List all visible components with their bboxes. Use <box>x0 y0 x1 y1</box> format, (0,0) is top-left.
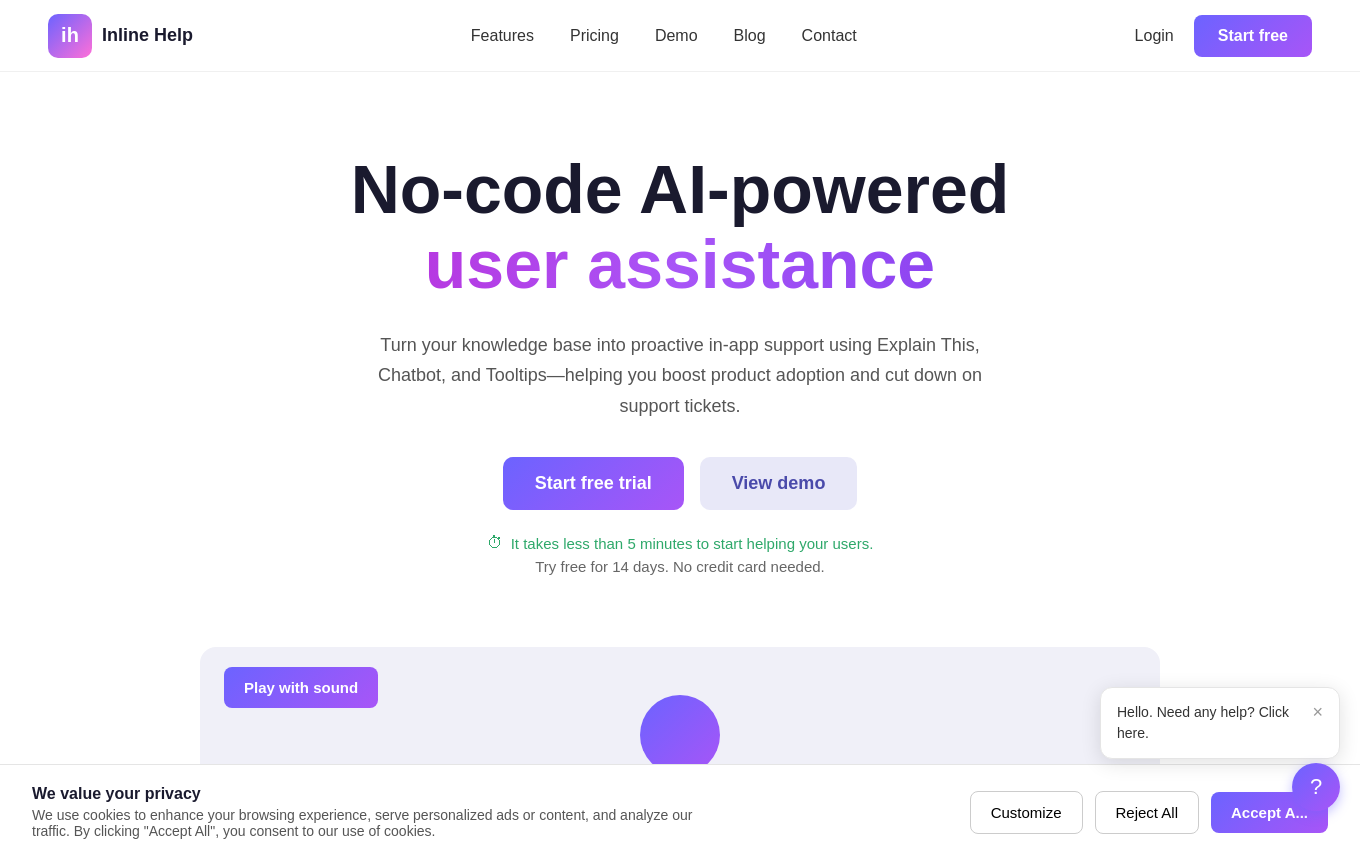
cookie-buttons: Customize Reject All Accept A... <box>970 791 1328 808</box>
start-trial-button[interactable]: Start free trial <box>503 457 684 510</box>
logo-icon: ih <box>48 14 92 58</box>
hero-trust-line2: Try free for 14 days. No credit card nee… <box>535 558 825 575</box>
clock-icon: ⏱ <box>487 534 503 552</box>
reject-all-button[interactable]: Reject All <box>1095 791 1200 808</box>
chat-widget: Hello. Need any help? Click here. × <box>1100 687 1340 759</box>
nav-pricing[interactable]: Pricing <box>570 27 619 44</box>
hero-section: No-code AI-powered user assistance Turn … <box>230 72 1130 623</box>
hero-buttons: Start free trial View demo <box>254 457 1106 510</box>
hero-title-line2: user assistance <box>254 227 1106 302</box>
view-demo-button[interactable]: View demo <box>700 457 858 510</box>
hero-trust-line1: ⏱ It takes less than 5 minutes to start … <box>487 534 874 552</box>
nav-blog[interactable]: Blog <box>734 27 766 44</box>
nav-features[interactable]: Features <box>471 27 534 44</box>
chat-icon: ? <box>1310 774 1322 800</box>
brand-name: Inline Help <box>102 25 193 46</box>
cookie-content: We value your privacy We use cookies to … <box>32 785 954 807</box>
hero-subtitle: Turn your knowledge base into proactive … <box>360 330 1000 422</box>
nav-links: Features Pricing Demo Blog Contact <box>471 27 857 45</box>
play-with-sound-button[interactable]: Play with sound <box>224 667 378 708</box>
nav-start-free-button[interactable]: Start free <box>1194 15 1312 57</box>
cookie-banner: We value your privacy We use cookies to … <box>0 764 1360 807</box>
cookie-title: We value your privacy <box>32 785 954 803</box>
navbar: ih Inline Help Features Pricing Demo Blo… <box>0 0 1360 72</box>
chat-circle-button[interactable]: ? <box>1292 763 1340 807</box>
login-button[interactable]: Login <box>1135 27 1174 45</box>
nav-demo[interactable]: Demo <box>655 27 698 44</box>
logo[interactable]: ih Inline Help <box>48 14 193 58</box>
hero-trust: ⏱ It takes less than 5 minutes to start … <box>254 534 1106 575</box>
chat-message: Hello. Need any help? Click here. <box>1117 702 1304 744</box>
hero-title-line1: No-code AI-powered <box>254 152 1106 227</box>
nav-right: Login Start free <box>1135 15 1312 57</box>
nav-contact[interactable]: Contact <box>802 27 857 44</box>
customize-button[interactable]: Customize <box>970 791 1083 808</box>
chat-close-button[interactable]: × <box>1312 702 1323 723</box>
chat-widget-header: Hello. Need any help? Click here. × <box>1117 702 1323 744</box>
